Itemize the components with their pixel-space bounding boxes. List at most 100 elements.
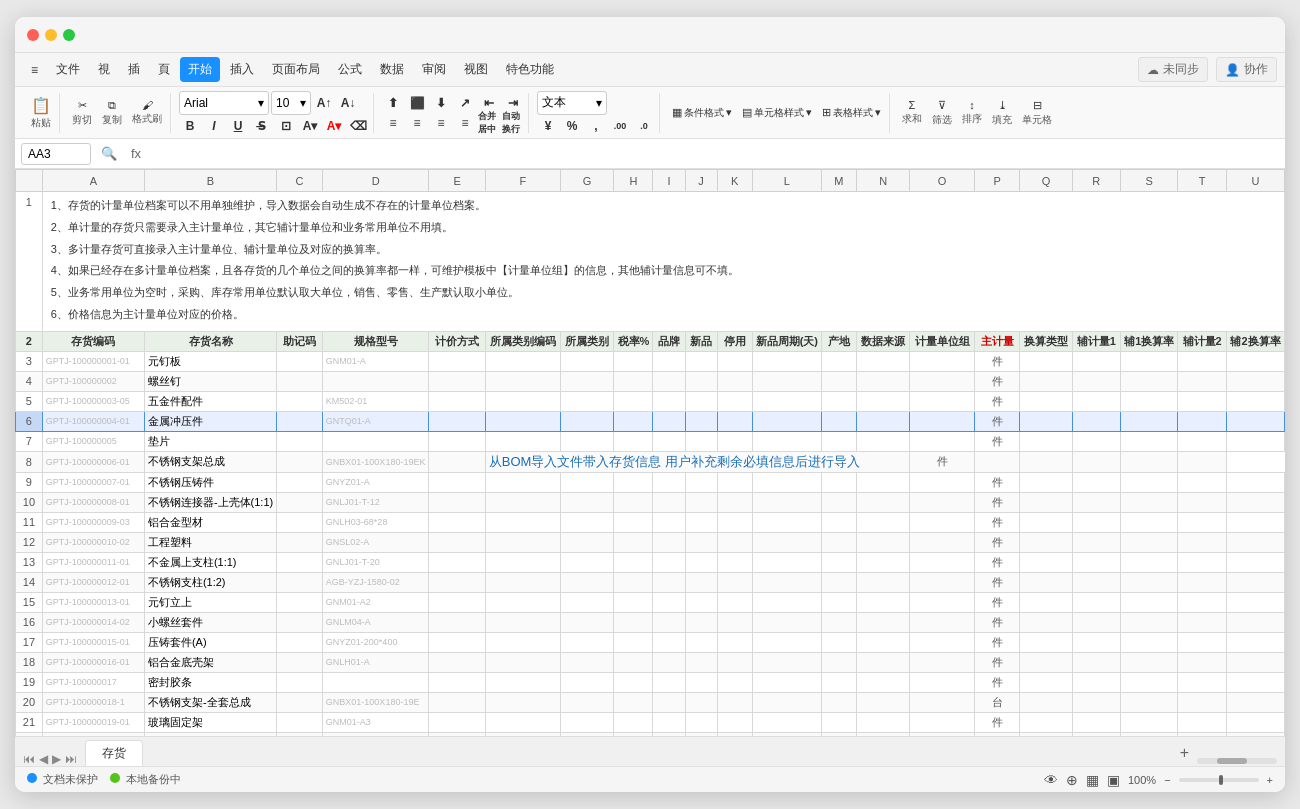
cell-7-a[interactable]: GPTJ-100000005 [42,431,144,451]
formula-input[interactable] [151,143,1279,165]
cell-7-l[interactable] [752,431,821,451]
cell-5-r[interactable] [1072,391,1121,411]
menu-special[interactable]: 特色功能 [498,57,562,82]
font-name-selector[interactable]: Arial ▾ [179,91,269,115]
cell-3-u[interactable] [1226,351,1284,371]
table-row[interactable]: 19 GPTJ-100000017 密封胶条 件 [16,672,1285,692]
cell-5-f[interactable] [485,391,560,411]
zoom-out-button[interactable]: − [1164,774,1170,786]
menu-formula[interactable]: 公式 [330,57,370,82]
cell-4-h[interactable] [614,371,653,391]
scrollbar-thumb[interactable] [1217,758,1247,764]
cell-6-d[interactable]: GNTQ01-A [322,411,429,431]
tab-last-button[interactable]: ⏭ [65,752,77,766]
erase-button[interactable]: ⌫ [347,117,369,135]
cell-8-s[interactable] [1072,451,1121,472]
cell-6-g[interactable] [560,411,614,431]
cell-6-n[interactable] [856,411,910,431]
cell-4-n[interactable] [856,371,910,391]
italic-button[interactable]: I [203,117,225,135]
table-row[interactable]: 22 GPTJ-100000020-A 小公差套件 GNM01-A4 件 [16,732,1285,736]
cell-7-d[interactable] [322,431,429,451]
cell-5-m[interactable] [821,391,856,411]
cell-5-p[interactable]: 件 [974,391,1020,411]
cell-5-b[interactable]: 五金件配件 [144,391,276,411]
cell-3-g[interactable] [560,351,614,371]
cell-7-e[interactable] [429,431,485,451]
increase-decimal-button[interactable]: .00 [609,117,631,135]
cell-4-t[interactable] [1178,371,1227,391]
cell-6-t[interactable] [1178,411,1227,431]
cell-3-b[interactable]: 元钉板 [144,351,276,371]
cell-3-d[interactable]: GNM01-A [322,351,429,371]
format-paint-button[interactable]: 🖌 格式刷 [128,95,166,131]
menu-view-icon[interactable]: 視 [90,57,118,82]
col-header-m[interactable]: M [821,170,856,192]
cell-4-g[interactable] [560,371,614,391]
col-header-e[interactable]: E [429,170,485,192]
cell-3-l[interactable] [752,351,821,371]
col-header-u[interactable]: U [1226,170,1284,192]
menu-insert-icon[interactable]: 插 [120,57,148,82]
zoom-in-button[interactable]: + [1267,774,1273,786]
col-header-n[interactable]: N [856,170,910,192]
cell-3-p[interactable]: 件 [974,351,1020,371]
menu-view[interactable]: 视图 [456,57,496,82]
text-rotate-button[interactable]: ↗ [454,94,476,112]
cell-6-j[interactable] [685,411,717,431]
cell-7-q[interactable] [1020,431,1072,451]
zoom-slider[interactable] [1179,778,1259,782]
align-top-button[interactable]: ⬆ [382,94,404,112]
col-header-h[interactable]: H [614,170,653,192]
paste-button[interactable]: 📋 粘贴 [27,95,55,131]
decrease-decimal-button[interactable]: .0 [633,117,655,135]
col-header-g[interactable]: G [560,170,614,192]
cell-6-e[interactable] [429,411,485,431]
table-row[interactable]: 9 GPTJ-100000007-01 不锈钢压铸件 GNYZ01-A 件 [16,472,1285,492]
table-row[interactable]: 10 GPTJ-100000008-01 不锈钢连接器-上壳体(1:1) GNL… [16,492,1285,512]
comma-button[interactable]: , [585,117,607,135]
cell-5-i[interactable] [653,391,685,411]
cell-4-r[interactable] [1072,371,1121,391]
table-row[interactable]: 11 GPTJ-100000009-03 铝合金型材 GNLH03-68*28 … [16,512,1285,532]
window-controls[interactable] [27,29,75,41]
fill-color-button[interactable]: A▾ [299,117,321,135]
cell-3-t[interactable] [1178,351,1227,371]
cell-7-h[interactable] [614,431,653,451]
cell-4-e[interactable] [429,371,485,391]
cell-6-o[interactable] [910,411,974,431]
cell-8-b[interactable]: 不锈钢支架总成 [144,451,276,472]
cell-7-u[interactable] [1226,431,1284,451]
cell-6-r[interactable] [1072,411,1121,431]
align-left-button[interactable]: ≡ [382,114,404,132]
cell-6-q[interactable] [1020,411,1072,431]
cell-button[interactable]: ⊟ 单元格 [1018,95,1056,131]
table-row[interactable]: 3 GPTJ-100000001-01 元钉板 GNM01-A [16,351,1285,371]
table-format-button[interactable]: ⊞ 表格样式 ▾ [818,95,885,131]
strikethrough-button[interactable]: S̶ [251,117,273,135]
cell-7-g[interactable] [560,431,614,451]
align-bottom-button[interactable]: ⬇ [430,94,452,112]
cell-3-a[interactable]: GPTJ-100000001-01 [42,351,144,371]
border-button[interactable]: ⊡ [275,117,297,135]
cell-8-r[interactable] [1020,451,1072,472]
cell-7-f[interactable] [485,431,560,451]
cell-5-e[interactable] [429,391,485,411]
menu-hamburger[interactable]: ≡ [23,59,46,81]
table-row[interactable]: 17 GPTJ-100000015-01 压铸套件(A) GNYZ01-200*… [16,632,1285,652]
copy-button[interactable]: ⧉ 复制 [98,95,126,131]
menu-page-icon[interactable]: 頁 [150,57,178,82]
percent-button[interactable]: % [561,117,583,135]
cell-4-c[interactable] [277,371,323,391]
cell-6-h[interactable] [614,411,653,431]
menu-insert[interactable]: 插入 [222,57,262,82]
font-decrease-button[interactable]: A↓ [337,94,359,112]
cell-5-k[interactable] [717,391,752,411]
cell-7-r[interactable] [1072,431,1121,451]
cell-6-c[interactable] [277,411,323,431]
cell-4-d[interactable] [322,371,429,391]
align-middle-button[interactable]: ⬛ [406,94,428,112]
table-row[interactable]: 14 GPTJ-100000012-01 不锈钢支柱(1:2) AGB-YZJ-… [16,572,1285,592]
cell-4-l[interactable] [752,371,821,391]
col-header-q[interactable]: Q [1020,170,1072,192]
